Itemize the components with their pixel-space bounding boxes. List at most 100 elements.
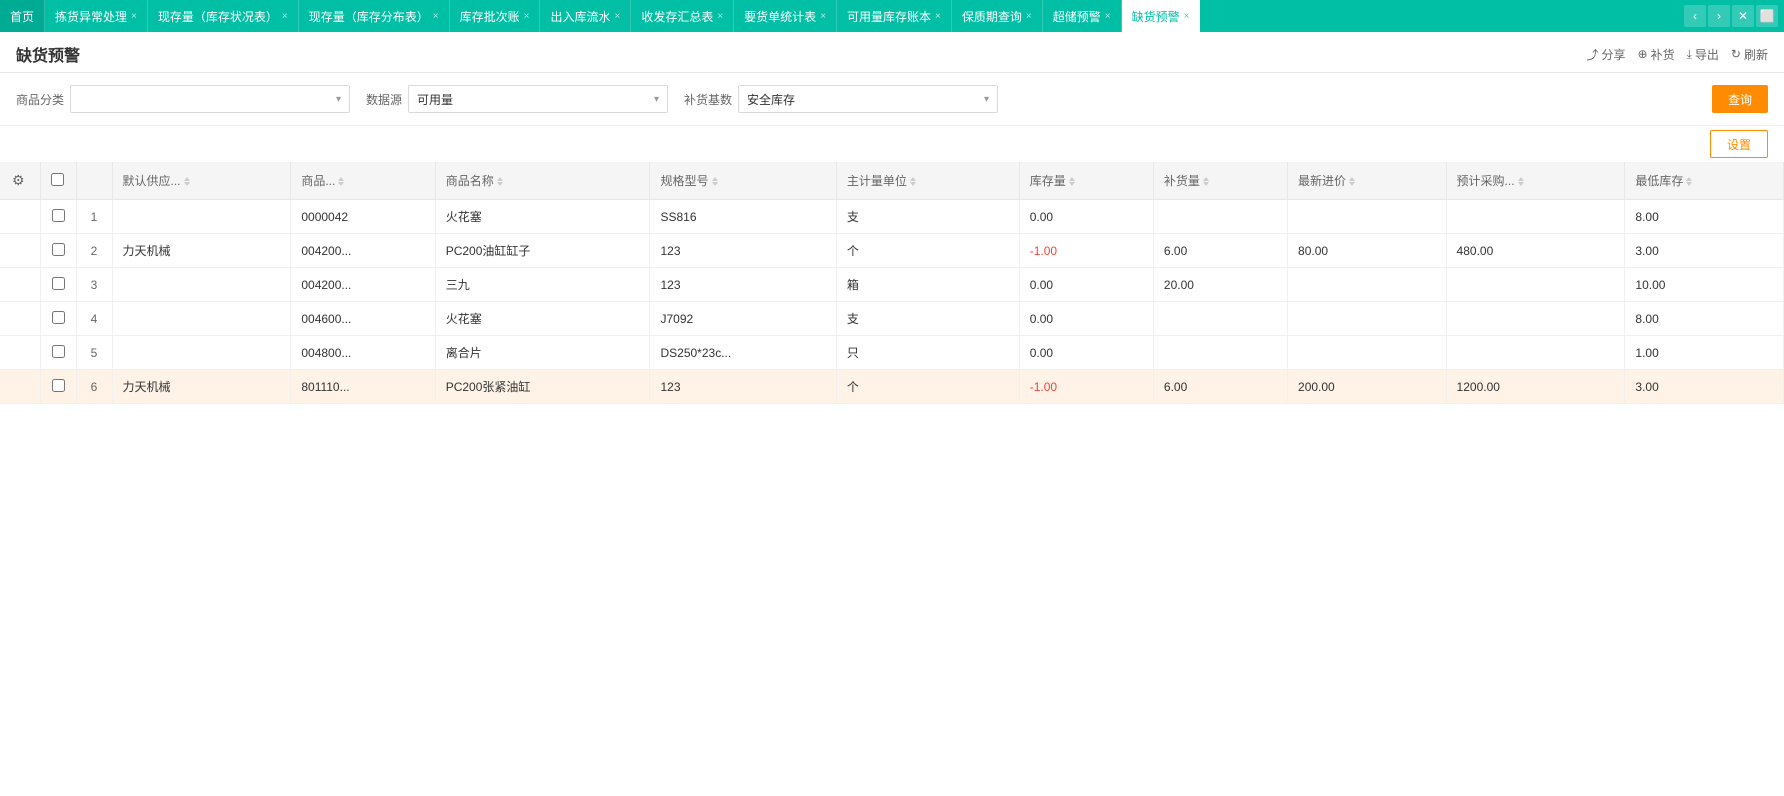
nav-tab-2[interactable]: 现存量（库存状况表）×	[148, 0, 299, 32]
row-checkbox-2[interactable]	[52, 277, 65, 290]
row-gear-4	[0, 336, 40, 370]
col-check[interactable]	[40, 162, 76, 200]
col-replenish_qty[interactable]: 补货量	[1153, 162, 1287, 200]
col-latest_price[interactable]: 最新进价	[1288, 162, 1447, 200]
nav-next-button[interactable]: ›	[1708, 5, 1730, 27]
query-button[interactable]: 查询	[1712, 85, 1768, 113]
nav-tab-11[interactable]: 缺货预警×	[1122, 0, 1201, 32]
col-label-unit: 主计量单位	[847, 174, 907, 188]
nav-tab-close-5[interactable]: ×	[614, 11, 620, 22]
replenish-button[interactable]: ⊕ 补货	[1638, 46, 1675, 63]
row-unit-0: 支	[836, 200, 1019, 234]
nav-tab-10[interactable]: 超储预警 ×	[1043, 0, 1122, 32]
nav-tab-8[interactable]: 可用量库存账本 ×	[837, 0, 952, 32]
nav-tab-close-4[interactable]: ×	[524, 11, 530, 22]
sort-icon-spec[interactable]	[712, 177, 718, 186]
row-no-3: 4	[76, 302, 112, 336]
nav-tab-close-3[interactable]: ×	[433, 11, 439, 22]
category-select[interactable]: ▾	[70, 85, 350, 113]
row-product-name-3: 火花塞	[435, 302, 650, 336]
nav-prev-button[interactable]: ‹	[1684, 5, 1706, 27]
col-label-stock: 库存量	[1030, 174, 1066, 188]
sort-icon-stock[interactable]	[1069, 177, 1075, 186]
row-min-stock-4: 1.00	[1625, 336, 1784, 370]
col-unit[interactable]: 主计量单位	[836, 162, 1019, 200]
export-button[interactable]: ⤓ 导出	[1687, 46, 1719, 63]
row-gear-2	[0, 268, 40, 302]
row-min-stock-1: 3.00	[1625, 234, 1784, 268]
filter-actions: 查询	[1712, 85, 1768, 113]
col-stock[interactable]: 库存量	[1019, 162, 1153, 200]
row-check-0[interactable]	[40, 200, 76, 234]
row-product-id-5: 801110...	[291, 370, 435, 404]
row-check-1[interactable]	[40, 234, 76, 268]
nav-tab-close-8[interactable]: ×	[935, 11, 941, 22]
nav-tab-4[interactable]: 库存批次账×	[450, 0, 541, 32]
nav-controls: ‹ › ✕ ⬜	[1678, 5, 1784, 27]
nav-tab-1[interactable]: 拣货异常处理×	[45, 0, 148, 32]
sort-icon-product_name[interactable]	[497, 177, 503, 186]
nav-tab-9[interactable]: 保质期查询×	[952, 0, 1043, 32]
refresh-button[interactable]: ↻ 刷新	[1731, 46, 1768, 63]
replenish-select[interactable]: 安全库存 ▾	[738, 85, 998, 113]
col-supplier[interactable]: 默认供应...	[112, 162, 291, 200]
col-product_name[interactable]: 商品名称	[435, 162, 650, 200]
nav-close-button[interactable]: ✕	[1732, 5, 1754, 27]
sort-icon-latest_price[interactable]	[1349, 177, 1355, 186]
main-content: 缺货预警 ⤴ 分享 ⊕ 补货 ⤓ 导出 ↻ 刷新	[0, 32, 1784, 796]
nav-tab-5[interactable]: 出入库流水×	[540, 0, 631, 32]
col-label-replenish_qty: 补货量	[1164, 174, 1200, 188]
row-checkbox-5[interactable]	[52, 379, 65, 392]
sort-icon-product_id[interactable]	[338, 177, 344, 186]
nav-tab-close-10[interactable]: ×	[1105, 11, 1111, 22]
row-gear-0	[0, 200, 40, 234]
category-filter-group: 商品分类 ▾	[16, 85, 350, 113]
row-checkbox-3[interactable]	[52, 311, 65, 324]
sort-icon-supplier[interactable]	[184, 177, 190, 186]
nav-tab-label-10: 超储预警	[1053, 8, 1101, 25]
sort-icon-min_stock[interactable]	[1686, 177, 1692, 186]
row-checkbox-0[interactable]	[52, 209, 65, 222]
row-check-4[interactable]	[40, 336, 76, 370]
sort-icon-replenish_qty[interactable]	[1203, 177, 1209, 186]
row-est-purchase-4	[1446, 336, 1625, 370]
sort-icon-unit[interactable]	[910, 177, 916, 186]
row-unit-1: 个	[836, 234, 1019, 268]
nav-tab-close-11[interactable]: ×	[1184, 11, 1190, 22]
nav-tab-label-8: 可用量库存账本	[847, 8, 931, 25]
replenish-chevron-icon: ▾	[984, 94, 989, 105]
nav-tab-0[interactable]: 首页	[0, 0, 45, 32]
col-gear[interactable]: ⚙	[0, 162, 40, 200]
col-product_id[interactable]: 商品...	[291, 162, 435, 200]
nav-tab-6[interactable]: 收发存汇总表×	[631, 0, 734, 32]
row-replenish-qty-1: 6.00	[1153, 234, 1287, 268]
col-min_stock[interactable]: 最低库存	[1625, 162, 1784, 200]
row-latest-price-1: 80.00	[1288, 234, 1447, 268]
sort-icon-est_purchase[interactable]	[1518, 177, 1524, 186]
nav-tab-close-2[interactable]: ×	[282, 11, 288, 22]
nav-tab-close-6[interactable]: ×	[717, 11, 723, 22]
nav-tab-close-9[interactable]: ×	[1026, 11, 1032, 22]
row-no-5: 6	[76, 370, 112, 404]
datasource-label: 数据源	[366, 91, 402, 108]
datasource-select[interactable]: 可用量 ▾	[408, 85, 668, 113]
share-button[interactable]: ⤴ 分享	[1586, 46, 1625, 63]
row-checkbox-1[interactable]	[52, 243, 65, 256]
row-latest-price-3	[1288, 302, 1447, 336]
nav-tab-3[interactable]: 现存量（库存分布表）×	[299, 0, 450, 32]
nav-maximize-button[interactable]: ⬜	[1756, 5, 1778, 27]
nav-tab-7[interactable]: 要货单统计表×	[734, 0, 837, 32]
row-check-2[interactable]	[40, 268, 76, 302]
row-latest-price-2	[1288, 268, 1447, 302]
row-checkbox-4[interactable]	[52, 345, 65, 358]
col-est_purchase[interactable]: 预计采购...	[1446, 162, 1625, 200]
nav-tab-close-7[interactable]: ×	[820, 11, 826, 22]
nav-tab-close-1[interactable]: ×	[131, 11, 137, 22]
col-spec[interactable]: 规格型号	[650, 162, 836, 200]
select-all-checkbox[interactable]	[51, 173, 64, 186]
row-product-name-2: 三九	[435, 268, 650, 302]
settings-button[interactable]: 设置	[1710, 130, 1768, 158]
gear-button[interactable]: ⚙	[10, 170, 27, 191]
row-check-3[interactable]	[40, 302, 76, 336]
row-check-5[interactable]	[40, 370, 76, 404]
